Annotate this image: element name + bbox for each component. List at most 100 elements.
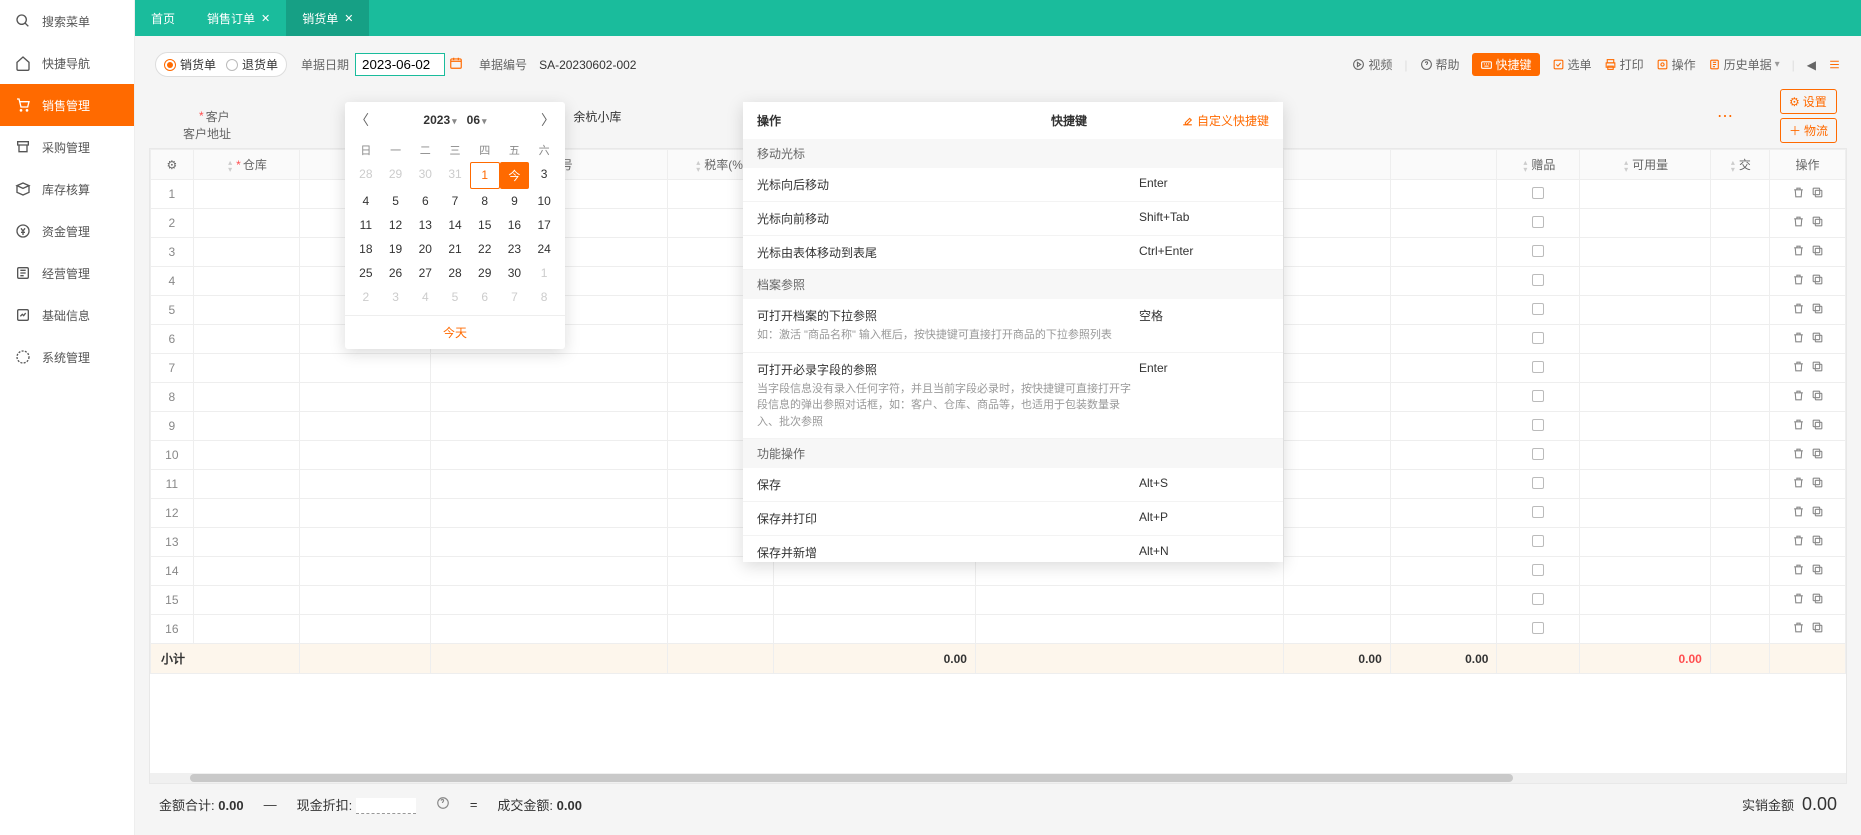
table-row[interactable]: 15 <box>151 586 1846 615</box>
cal-day[interactable]: 11 <box>351 213 381 237</box>
gift-checkbox[interactable] <box>1532 274 1544 286</box>
copy-icon[interactable] <box>1811 273 1824 289</box>
copy-icon[interactable] <box>1811 389 1824 405</box>
tab-delivery[interactable]: 销货单✕ <box>286 0 369 36</box>
copy-icon[interactable] <box>1811 534 1824 550</box>
cal-today-button[interactable]: 今天 <box>345 315 565 349</box>
cal-day[interactable]: 29 <box>381 162 411 189</box>
delete-icon[interactable] <box>1792 389 1805 405</box>
close-icon[interactable]: ✕ <box>261 12 270 25</box>
h-scrollbar[interactable] <box>150 773 1846 783</box>
cal-day[interactable]: 17 <box>529 213 559 237</box>
close-icon[interactable]: ✕ <box>344 12 353 25</box>
gift-checkbox[interactable] <box>1532 477 1544 489</box>
sidebar-item-inventory[interactable]: 库存核算 <box>0 168 134 210</box>
cal-day[interactable]: 26 <box>381 261 411 285</box>
delete-icon[interactable] <box>1792 534 1805 550</box>
cal-day[interactable]: 18 <box>351 237 381 261</box>
delete-icon[interactable] <box>1792 273 1805 289</box>
gear-col[interactable]: ⚙ <box>151 150 194 180</box>
gift-checkbox[interactable] <box>1532 216 1544 228</box>
cal-day[interactable]: 12 <box>381 213 411 237</box>
table-row[interactable]: 16 <box>151 615 1846 644</box>
cal-day[interactable]: 10 <box>529 189 559 213</box>
video-button[interactable]: 视频 <box>1352 56 1392 73</box>
delete-icon[interactable] <box>1792 331 1805 347</box>
cal-day[interactable]: 7 <box>440 189 470 213</box>
discount-input[interactable] <box>356 798 416 814</box>
cal-day[interactable]: 4 <box>351 189 381 213</box>
cal-month-select[interactable]: 06▾ <box>467 113 487 127</box>
copy-icon[interactable] <box>1811 563 1824 579</box>
history-button[interactable]: 历史单据▾ <box>1708 56 1780 73</box>
sidebar-item-business[interactable]: 经营管理 <box>0 252 134 294</box>
cal-day[interactable]: 8 <box>529 285 559 309</box>
cal-day[interactable]: 20 <box>410 237 440 261</box>
gift-checkbox[interactable] <box>1532 593 1544 605</box>
gift-checkbox[interactable] <box>1532 390 1544 402</box>
cal-day[interactable]: 8 <box>470 189 500 213</box>
copy-icon[interactable] <box>1811 244 1824 260</box>
cal-day[interactable]: 7 <box>500 285 530 309</box>
gift-checkbox[interactable] <box>1532 361 1544 373</box>
copy-icon[interactable] <box>1811 476 1824 492</box>
delete-icon[interactable] <box>1792 360 1805 376</box>
cal-day[interactable]: 5 <box>381 189 411 213</box>
sidebar-item-quicknav[interactable]: 快捷导航 <box>0 42 134 84</box>
cal-day[interactable]: 5 <box>440 285 470 309</box>
copy-icon[interactable] <box>1811 186 1824 202</box>
cal-day[interactable]: 23 <box>500 237 530 261</box>
cal-day[interactable]: 19 <box>381 237 411 261</box>
cal-day[interactable]: 6 <box>410 189 440 213</box>
cal-day[interactable]: 22 <box>470 237 500 261</box>
cal-day[interactable]: 13 <box>410 213 440 237</box>
cal-year-select[interactable]: 2023▾ <box>423 113 456 127</box>
radio-sale[interactable]: 销货单 <box>164 56 216 73</box>
list-button[interactable] <box>1828 58 1841 71</box>
cal-day[interactable]: 9 <box>500 189 530 213</box>
gift-checkbox[interactable] <box>1532 506 1544 518</box>
copy-icon[interactable] <box>1811 302 1824 318</box>
cal-next-button[interactable]: 〉 <box>541 110 555 130</box>
copy-icon[interactable] <box>1811 360 1824 376</box>
gift-checkbox[interactable] <box>1532 187 1544 199</box>
gift-checkbox[interactable] <box>1532 419 1544 431</box>
cal-prev-button[interactable]: 〈 <box>355 110 369 130</box>
radio-return[interactable]: 退货单 <box>226 56 278 73</box>
select-button[interactable]: 选单 <box>1552 56 1592 73</box>
cal-day[interactable]: 30 <box>410 162 440 189</box>
cal-day[interactable]: 1 <box>529 261 559 285</box>
settings-button[interactable]: ⚙ 设置 <box>1780 89 1837 114</box>
cal-day[interactable]: 今 <box>500 162 530 189</box>
gift-checkbox[interactable] <box>1532 622 1544 634</box>
gift-checkbox[interactable] <box>1532 448 1544 460</box>
copy-icon[interactable] <box>1811 621 1824 637</box>
cal-day[interactable]: 29 <box>470 261 500 285</box>
cal-day[interactable]: 28 <box>351 162 381 189</box>
custom-shortcut-button[interactable]: 自定义快捷键 <box>1181 112 1269 129</box>
cal-day[interactable]: 1 <box>470 162 500 189</box>
prev-button[interactable]: ◀ <box>1807 58 1816 72</box>
sidebar-item-sales[interactable]: 销售管理 <box>0 84 134 126</box>
tab-sales-order[interactable]: 销售订单✕ <box>191 0 286 36</box>
copy-icon[interactable] <box>1811 447 1824 463</box>
gift-checkbox[interactable] <box>1532 303 1544 315</box>
print-button[interactable]: 打印 <box>1604 56 1644 73</box>
cal-day[interactable]: 25 <box>351 261 381 285</box>
copy-icon[interactable] <box>1811 418 1824 434</box>
delete-icon[interactable] <box>1792 621 1805 637</box>
sidebar-item-baseinfo[interactable]: 基础信息 <box>0 294 134 336</box>
cal-day[interactable]: 28 <box>440 261 470 285</box>
tab-home[interactable]: 首页 <box>135 0 191 36</box>
help-button[interactable]: 帮助 <box>1420 56 1460 73</box>
sidebar-item-system[interactable]: 系统管理 <box>0 336 134 378</box>
copy-icon[interactable] <box>1811 215 1824 231</box>
copy-icon[interactable] <box>1811 505 1824 521</box>
sidebar-item-search[interactable]: 搜索菜单 <box>0 0 134 42</box>
cal-day[interactable]: 15 <box>470 213 500 237</box>
date-input[interactable] <box>355 53 445 76</box>
gift-checkbox[interactable] <box>1532 245 1544 257</box>
cal-day[interactable]: 21 <box>440 237 470 261</box>
cal-day[interactable]: 24 <box>529 237 559 261</box>
sidebar-item-funds[interactable]: 资金管理 <box>0 210 134 252</box>
